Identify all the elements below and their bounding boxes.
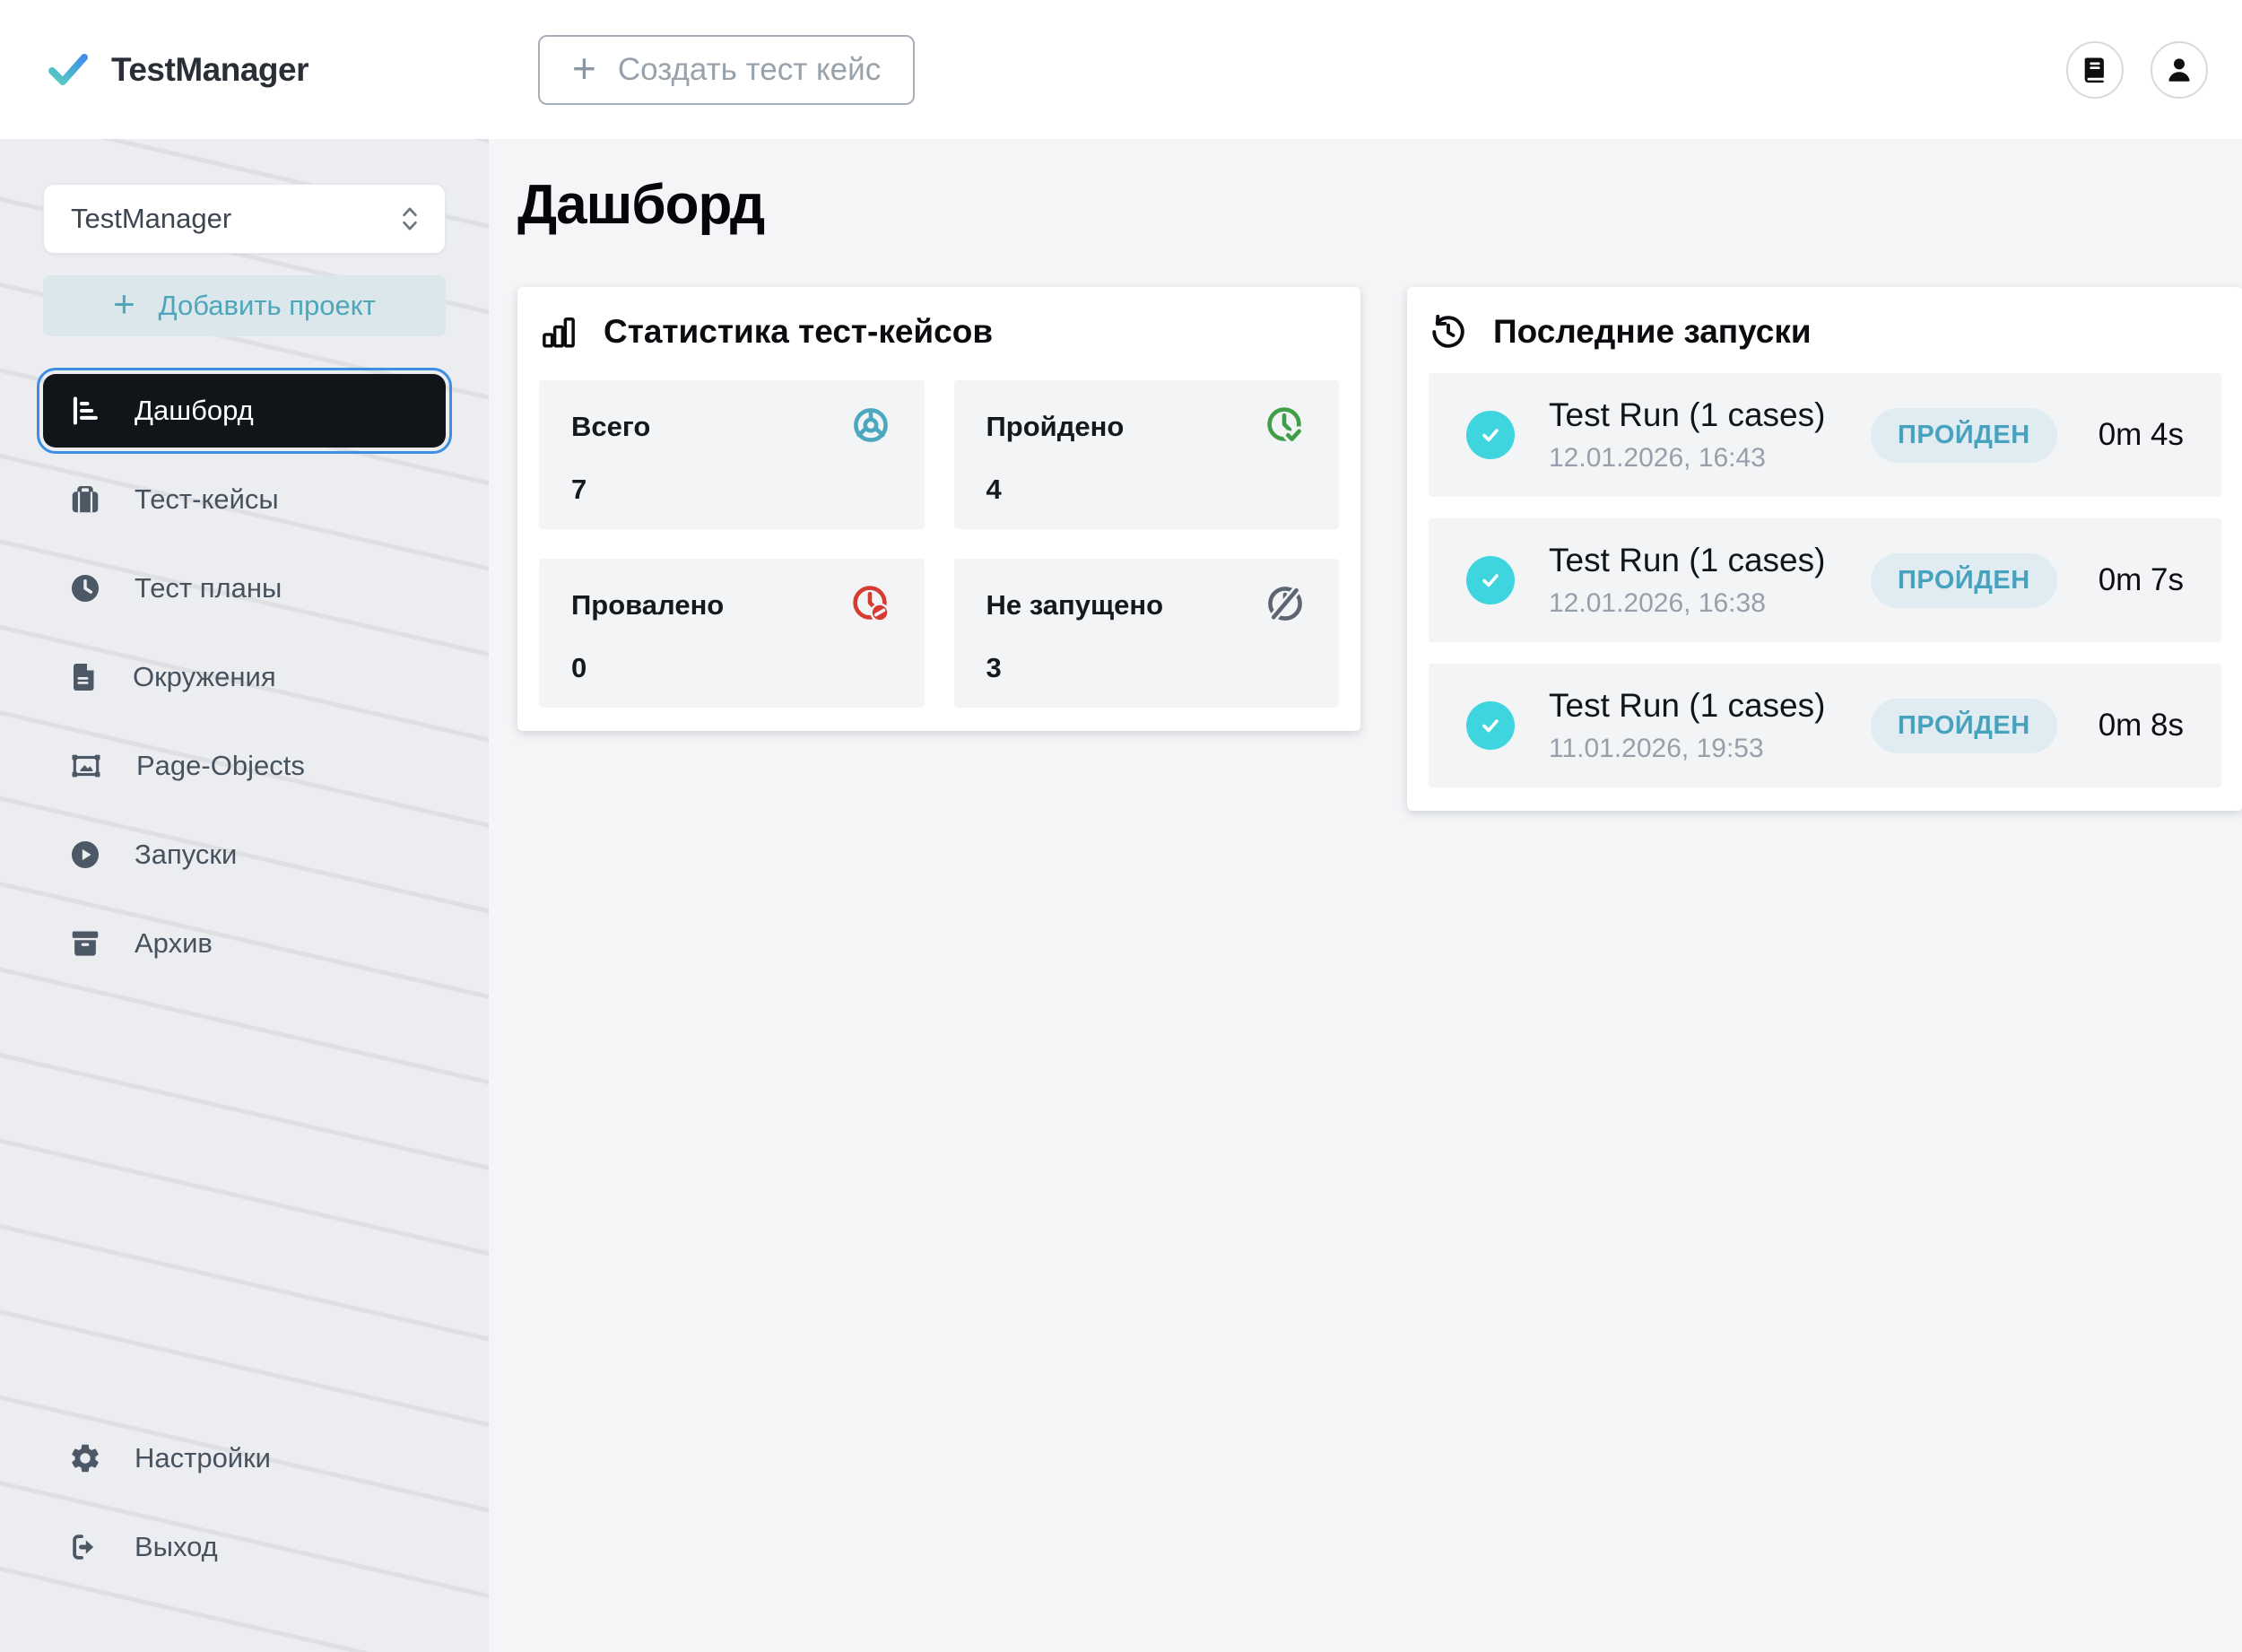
- sidebar-item-label: Окружения: [133, 661, 276, 692]
- sidebar-item-label: Дашборд: [135, 395, 254, 426]
- run-title: Test Run (1 cases): [1549, 542, 1826, 578]
- stat-value: 4: [986, 474, 1002, 505]
- docs-button[interactable]: [2066, 40, 2124, 99]
- stat-value: 3: [986, 652, 1002, 683]
- archive-icon: [72, 931, 99, 956]
- run-row[interactable]: Test Run (1 cases) 12.01.2026, 16:43 ПРО…: [1429, 373, 2221, 497]
- app-logo: TestManager: [0, 51, 489, 89]
- life-buoy-icon: [853, 408, 888, 442]
- clock-off-icon: [1268, 586, 1302, 622]
- run-duration: 0m 4s: [2098, 417, 2184, 452]
- add-project-button[interactable]: + Добавить проект: [43, 275, 446, 336]
- stat-box-not-run: Не запущено 3: [953, 559, 1339, 708]
- clock-cancel-icon: [852, 586, 890, 622]
- stat-box-total: Всего 7: [539, 380, 925, 529]
- recent-runs-card: Последние запуски Test Run (1 cases) 12.…: [1407, 287, 2242, 811]
- top-bar-actions: [2066, 40, 2208, 99]
- sidebar-item-test-cases[interactable]: Тест-кейсы: [43, 463, 446, 536]
- plus-icon: +: [572, 44, 596, 91]
- bar-chart-outline-icon: [543, 317, 575, 348]
- bar-chart-icon: [73, 396, 98, 425]
- sidebar: TestManager + Добавить проект Дашборд Те…: [0, 139, 489, 1652]
- app-title: TestManager: [111, 50, 309, 88]
- sidebar-item-label: Настройки: [135, 1442, 272, 1474]
- create-test-case-label: Создать тест кейс: [617, 51, 882, 87]
- run-row[interactable]: Test Run (1 cases) 11.01.2026, 19:53 ПРО…: [1429, 664, 2221, 787]
- book-icon: [2084, 57, 2104, 83]
- project-select[interactable]: TestManager: [43, 184, 446, 254]
- run-duration: 0m 8s: [2098, 708, 2184, 743]
- project-select-value: TestManager: [71, 203, 232, 234]
- stat-box-passed: Пройдено 4: [953, 380, 1339, 529]
- plus-icon: +: [113, 283, 135, 325]
- run-status-badge: ПРОЙДЕН: [1871, 407, 2057, 463]
- gear-icon: [72, 1444, 99, 1473]
- top-bar: TestManager + Создать тест кейс: [0, 0, 2242, 139]
- sidebar-item-dashboard[interactable]: Дашборд: [37, 368, 452, 454]
- chevron-up-down-icon: [403, 207, 417, 230]
- sidebar-item-runs[interactable]: Запуски: [43, 818, 446, 891]
- stat-value: 7: [571, 474, 587, 505]
- runs-card-title: Последние запуски: [1493, 313, 1812, 350]
- clock-check-icon: [1267, 407, 1305, 445]
- image-frame-icon: [72, 754, 100, 778]
- sidebar-item-label: Архив: [135, 927, 213, 959]
- profile-button[interactable]: [2151, 40, 2208, 99]
- history-icon: [1432, 314, 1464, 348]
- logout-icon: [73, 1535, 94, 1560]
- play-circle-icon: [71, 840, 100, 869]
- stats-grid: Всего 7 Пройдено 4 Провалено 0 Не запуще…: [539, 380, 1339, 708]
- add-project-label: Добавить проект: [158, 290, 376, 321]
- sidebar-item-label: Page-Objects: [136, 750, 305, 781]
- app-window: TestManager + Создать тест кейс TestMana…: [0, 0, 2242, 1652]
- run-success-icon: [1466, 556, 1515, 604]
- clock-icon: [71, 574, 100, 603]
- run-row[interactable]: Test Run (1 cases) 12.01.2026, 16:38 ПРО…: [1429, 518, 2221, 642]
- sidebar-nav: Дашборд Тест-кейсы Тест планы Окружения …: [37, 368, 452, 980]
- run-duration: 0m 7s: [2098, 562, 2184, 597]
- run-status-badge: ПРОЙДЕН: [1871, 698, 2057, 753]
- sidebar-item-page-objects[interactable]: Page-Objects: [43, 729, 446, 803]
- stat-label: Провалено: [571, 589, 725, 621]
- sidebar-item-archive[interactable]: Архив: [43, 907, 446, 980]
- run-datetime: 12.01.2026, 16:43: [1549, 443, 1766, 473]
- stats-card: Статистика тест-кейсов Всего 7 Пройдено …: [517, 287, 1360, 731]
- main-content: Дашборд Статистика тест-кейсов Всего 7 П…: [489, 139, 2242, 1652]
- stat-label: Не запущено: [986, 589, 1164, 621]
- sidebar-item-label: Запуски: [135, 839, 238, 870]
- run-datetime: 11.01.2026, 19:53: [1549, 734, 1764, 763]
- stat-label: Всего: [571, 411, 651, 442]
- sidebar-footer: Настройки Выход: [43, 1422, 446, 1616]
- sidebar-item-logout[interactable]: Выход: [43, 1510, 446, 1584]
- person-icon: [2168, 57, 2190, 82]
- run-success-icon: [1466, 411, 1515, 459]
- run-datetime: 12.01.2026, 16:38: [1549, 588, 1766, 618]
- stat-box-failed: Провалено 0: [539, 559, 925, 708]
- sidebar-item-test-plans[interactable]: Тест планы: [43, 552, 446, 625]
- run-success-icon: [1466, 701, 1515, 750]
- stats-card-title: Статистика тест-кейсов: [604, 313, 994, 350]
- sidebar-item-environments[interactable]: Окружения: [43, 640, 446, 714]
- sidebar-item-label: Тест планы: [135, 572, 282, 604]
- stat-value: 0: [571, 652, 587, 683]
- briefcase-icon: [72, 485, 99, 513]
- run-title: Test Run (1 cases): [1549, 687, 1826, 724]
- sidebar-item-label: Выход: [135, 1531, 218, 1562]
- sidebar-item-label: Тест-кейсы: [135, 483, 279, 515]
- sidebar-item-settings[interactable]: Настройки: [43, 1422, 446, 1495]
- stat-label: Пройдено: [986, 411, 1125, 442]
- page-title: Дашборд: [517, 174, 765, 236]
- run-status-badge: ПРОЙДЕН: [1871, 552, 2057, 608]
- create-test-case-button[interactable]: + Создать тест кейс: [538, 34, 916, 105]
- document-icon: [74, 664, 94, 691]
- run-title: Test Run (1 cases): [1549, 396, 1826, 433]
- check-logo-icon: [48, 53, 88, 85]
